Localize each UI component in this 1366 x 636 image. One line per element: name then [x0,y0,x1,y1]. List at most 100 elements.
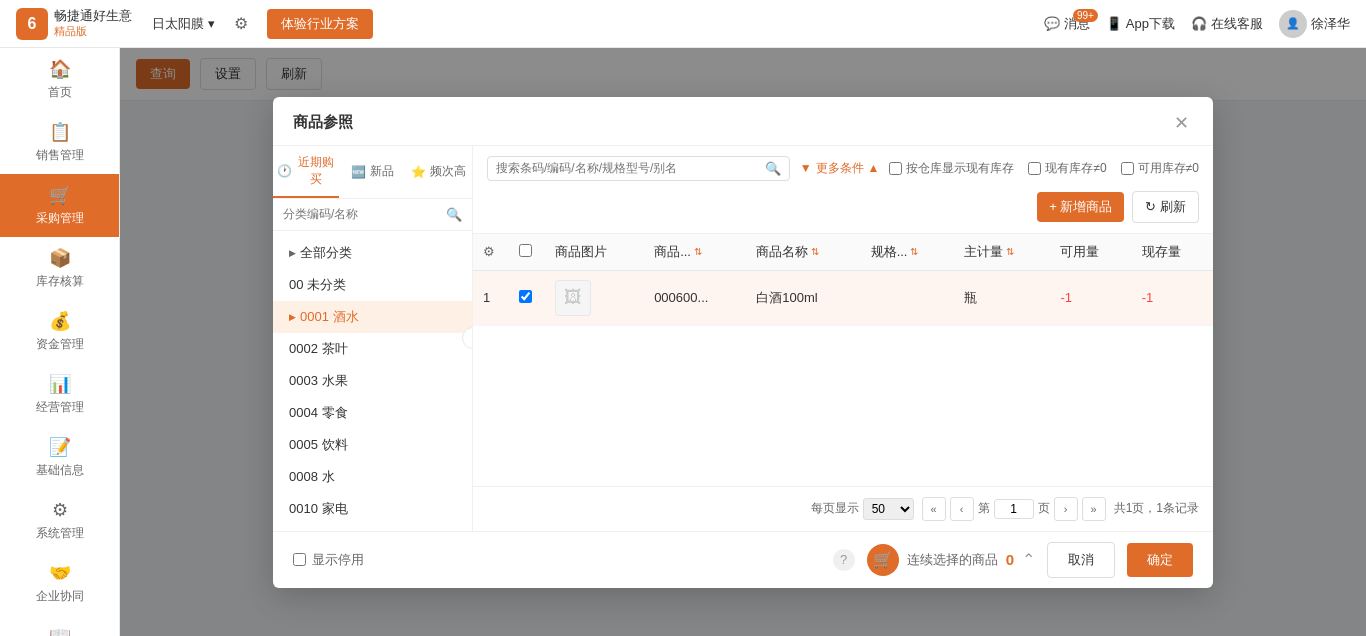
last-page-button[interactable]: » [1082,497,1106,521]
search-icon[interactable]: 🔍 [765,161,781,176]
row-checkbox[interactable] [519,290,532,303]
sidebar-item-inventory[interactable]: 📦 库存核算 [0,237,119,300]
page-total: 共1页，1条记录 [1114,500,1199,517]
store-selector[interactable]: 日太阳膜 ▾ [152,15,215,33]
category-item-drinks[interactable]: 0005 饮料 [273,429,472,461]
category-item-fruit[interactable]: 0003 水果 [273,365,472,397]
sidebar-item-operations[interactable]: 📊 经营管理 [0,363,119,426]
page-size-select[interactable]: 20 50 100 [863,498,914,520]
more-filter-button[interactable]: ▼ 更多条件 ▲ [800,160,880,177]
sidebar: 🏠 首页 📋 销售管理 🛒 采购管理 📦 库存核算 💰 资金管理 📊 经 [0,48,120,636]
category-item-snacks[interactable]: 0004 零食 [273,397,472,429]
show-disabled-checkbox[interactable]: 显示停用 [293,551,364,569]
confirm-button[interactable]: 确定 [1127,543,1193,577]
sidebar-item-label: 系统管理 [36,525,84,542]
product-reference-modal: 商品参照 ✕ 🕐 近期购买 [273,97,1213,588]
cart-up-button[interactable]: ⌃ [1022,550,1035,569]
col-unit[interactable]: 主计量 ⇅ [954,234,1050,271]
headset-icon: 🎧 [1191,16,1207,31]
page-label-2: 页 [1038,500,1050,517]
checkbox-inventory[interactable]: 现有库存≠0 [1028,160,1106,177]
filter-checkboxes: 按仓库显示现有库存 现有库存≠0 可用库存≠0 [889,160,1199,177]
cancel-button[interactable]: 取消 [1047,542,1115,578]
app-download-label: App下载 [1126,15,1175,33]
first-page-button[interactable]: « [922,497,946,521]
sidebar-item-home[interactable]: 🏠 首页 [0,48,119,111]
user-name: 徐泽华 [1311,15,1350,33]
new-icon: 🆕 [351,165,366,179]
sidebar-item-label: 经营管理 [36,399,84,416]
filter-arrow-icon: ▲ [868,161,880,175]
page-content: 查询 设置 刷新 商品参照 ✕ [120,48,1366,636]
tab-frequent[interactable]: ⭐ 频次高 [406,146,472,198]
sales-icon: 📋 [49,121,71,143]
app-download[interactable]: 📱 App下载 [1106,15,1175,33]
sidebar-item-sales[interactable]: 📋 销售管理 [0,111,119,174]
user-profile[interactable]: 👤 徐泽华 [1279,10,1350,38]
settings-icon[interactable]: ⚙ [227,10,255,38]
cell-code: 000600... [644,270,746,325]
footer-right: ? 🛒 连续选择的商品 0 ⌃ 取消 确定 [833,542,1193,578]
product-thumbnail: 🖼 [555,280,591,316]
sidebar-item-system[interactable]: ⚙ 系统管理 [0,489,119,552]
tab-new-products[interactable]: 🆕 新品 [339,146,405,198]
sidebar-item-finance[interactable]: 💰 资金管理 [0,300,119,363]
col-checkbox [509,234,545,271]
category-item-all[interactable]: ▶ 全部分类 [273,237,472,269]
logo-sub: 精品版 [54,24,132,39]
page-label: 第 [978,500,990,517]
col-image: 商品图片 [545,234,644,271]
toolbar-right: + 新增商品 ↻ 刷新 [1037,191,1199,223]
category-item-water[interactable]: 0008 水 [273,461,472,493]
sidebar-item-purchase[interactable]: 🛒 采购管理 [0,174,119,237]
cart-icon: 🛒 [867,544,899,576]
help-icon[interactable]: ? [833,549,855,571]
sort-spec-icon: ⇅ [910,246,918,257]
product-search-input[interactable] [496,161,759,175]
category-search-input[interactable] [283,207,440,221]
add-product-button[interactable]: + 新增商品 [1037,192,1124,222]
basic-info-icon: 📝 [49,436,71,458]
pagination-bar: 每页显示 20 50 100 « ‹ [473,486,1213,531]
experience-button[interactable]: 体验行业方案 [267,9,373,39]
sort-code-icon: ⇅ [694,246,702,257]
online-service[interactable]: 🎧 在线客服 [1191,15,1263,33]
notifications-badge: 99+ [1073,9,1098,22]
prev-page-button[interactable]: ‹ [950,497,974,521]
checkbox-usable[interactable]: 可用库存≠0 [1121,160,1199,177]
checkbox-warehouse[interactable]: 按仓库显示现有库存 [889,160,1014,177]
notifications[interactable]: 💬 消息 99+ [1044,15,1090,33]
sidebar-item-enterprise[interactable]: 🤝 企业协同 [0,552,119,615]
store-dropdown-icon: ▾ [208,16,215,31]
sidebar-item-label: 采购管理 [36,210,84,227]
main-layout: 🏠 首页 📋 销售管理 🛒 采购管理 📦 库存核算 💰 资金管理 📊 经 [0,48,1366,636]
guide-icon: 📖 [49,625,71,636]
col-code[interactable]: 商品... ⇅ [644,234,746,271]
tab-recent-purchase[interactable]: 🕐 近期购买 [273,146,339,198]
col-spec[interactable]: 规格... ⇅ [861,234,954,271]
category-item-tea[interactable]: 0002 茶叶 [273,333,472,365]
category-item-uncategorized[interactable]: 00 未分类 [273,269,472,301]
cart-area: 🛒 连续选择的商品 0 ⌃ [867,544,1035,576]
page-number-input[interactable] [994,499,1034,519]
col-name[interactable]: 商品名称 ⇅ [746,234,860,271]
modal-title: 商品参照 [293,113,353,132]
purchase-icon: 🛒 [49,184,71,206]
product-table: ⚙ 商品图片 [473,234,1213,326]
logo-icon: 6 [16,8,48,40]
category-search-icon[interactable]: 🔍 [446,207,462,222]
refresh-button[interactable]: ↻ 刷新 [1132,191,1199,223]
category-item-liquor[interactable]: ▶ 0001 酒水 [273,301,472,333]
next-page-button[interactable]: › [1054,497,1078,521]
table-header-row: ⚙ 商品图片 [473,234,1213,271]
recent-icon: 🕐 [277,164,292,178]
sidebar-item-basic-info[interactable]: 📝 基础信息 [0,426,119,489]
table-row[interactable]: 1 🖼 000600... [473,270,1213,325]
select-all-checkbox[interactable] [519,244,532,257]
column-settings-icon[interactable]: ⚙ [483,244,495,259]
sidebar-item-guide[interactable]: 📖 新手引导 [0,615,119,636]
modal-close-button[interactable]: ✕ [1169,111,1193,135]
col-settings: ⚙ [473,234,509,271]
category-item-appliances[interactable]: 0010 家电 [273,493,472,525]
navbar: 6 畅捷通好生意 精品版 日太阳膜 ▾ ⚙ 体验行业方案 💬 消息 99+ 📱 … [0,0,1366,48]
